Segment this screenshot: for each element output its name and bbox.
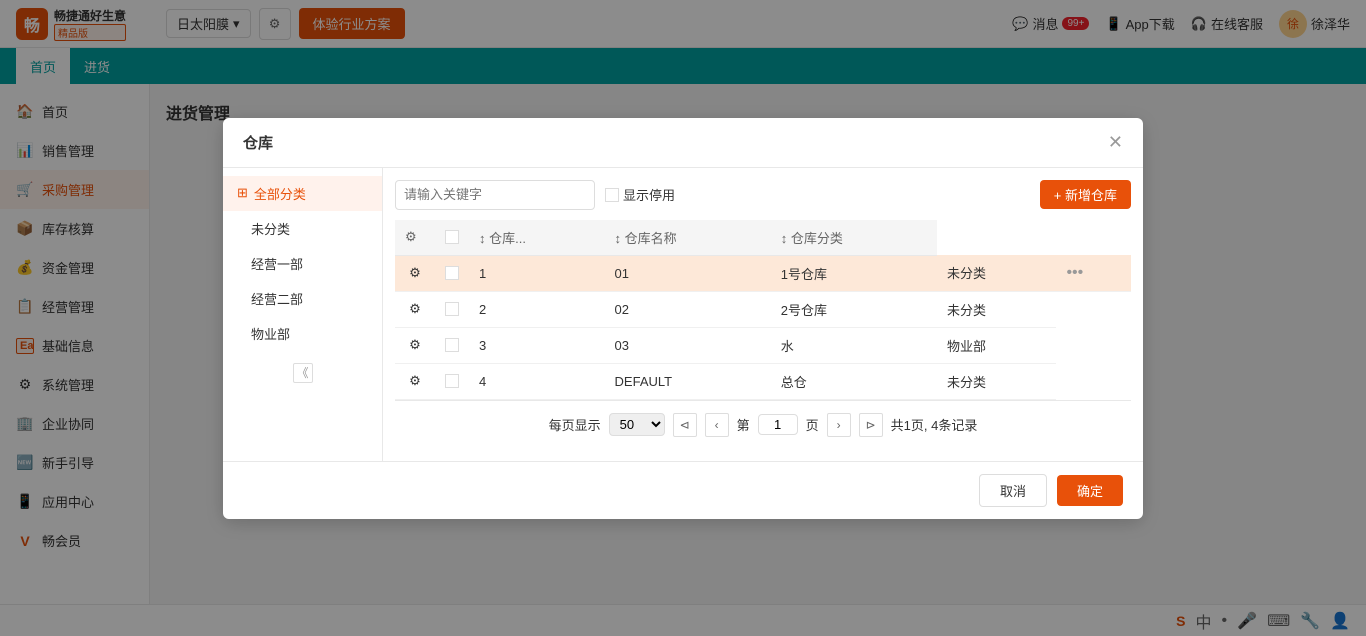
th-gear: ⚙ bbox=[395, 220, 435, 256]
table-toolbar: 🔍 显示停用 + 新增仓库 bbox=[395, 180, 1131, 210]
add-warehouse-button[interactable]: + 新增仓库 bbox=[1040, 180, 1131, 209]
category-item-property[interactable]: 物业部 bbox=[223, 316, 382, 351]
row-category-3: 未分类 bbox=[937, 363, 1056, 399]
table-wrapper: ⚙ ↕ 仓库... ↕ 仓库名称 bbox=[395, 220, 1131, 400]
next-page-button[interactable]: › bbox=[827, 413, 851, 437]
row-gear-0: ⚙ bbox=[395, 255, 435, 291]
category-sidebar: ⊞ 全部分类 未分类 经营一部 经营二部 物业部 《 bbox=[223, 168, 383, 461]
category-item-unclassified[interactable]: 未分类 bbox=[223, 211, 382, 246]
all-categories-item[interactable]: ⊞ 全部分类 bbox=[223, 176, 382, 211]
table-row[interactable]: ⚙ 1011号仓库未分类••• bbox=[395, 255, 1131, 291]
table-row[interactable]: ⚙ 303水物业部 bbox=[395, 327, 1131, 363]
show-disabled-option[interactable]: 显示停用 bbox=[605, 185, 675, 204]
row-gear-3: ⚙ bbox=[395, 363, 435, 399]
pagination: 每页显示 50 100 ⊲ ‹ 第 页 › ⊳ 共1页, 4条记录 bbox=[395, 400, 1131, 449]
row-code-3: DEFAULT bbox=[605, 363, 771, 399]
warehouse-table: ⚙ ↕ 仓库... ↕ 仓库名称 bbox=[395, 220, 1131, 400]
row-warehouse-name-0: 1号仓库 bbox=[771, 255, 937, 291]
row-code-2: 03 bbox=[605, 327, 771, 363]
per-page-select[interactable]: 50 100 bbox=[609, 413, 665, 436]
page-number-input[interactable] bbox=[758, 414, 798, 435]
table-row[interactable]: ⚙ 4DEFAULT总仓未分类 bbox=[395, 363, 1131, 399]
category-item-ops1[interactable]: 经营一部 bbox=[223, 246, 382, 281]
th-name: ↕ 仓库名称 bbox=[605, 220, 771, 256]
modal-footer: 取消 确定 bbox=[223, 461, 1143, 519]
modal-close-button[interactable]: ✕ bbox=[1108, 132, 1123, 153]
row-gear-icon-1: ⚙ bbox=[409, 301, 421, 316]
sort-icon3: ↕ bbox=[781, 231, 788, 246]
row-dots-0[interactable]: ••• bbox=[1056, 255, 1131, 291]
sort-icon2: ↕ bbox=[615, 231, 622, 246]
warehouse-modal: 仓库 ✕ ⊞ 全部分类 未分类 经营一部 经营二部 物业部 《 bbox=[223, 118, 1143, 519]
row-code-1: 02 bbox=[605, 291, 771, 327]
table-row[interactable]: ⚙ 2022号仓库未分类 bbox=[395, 291, 1131, 327]
row-gear-2: ⚙ bbox=[395, 327, 435, 363]
row-category-0: 未分类 bbox=[937, 255, 1056, 291]
row-gear-icon-0: ⚙ bbox=[409, 265, 421, 280]
row-checkbox-2[interactable] bbox=[445, 338, 459, 352]
row-code-0: 01 bbox=[605, 255, 771, 291]
collapse-button[interactable]: 《 bbox=[293, 363, 313, 383]
gear-icon: ⚙ bbox=[405, 229, 417, 244]
row-gear-1: ⚙ bbox=[395, 291, 435, 327]
row-warehouse-name-1: 2号仓库 bbox=[771, 291, 937, 327]
row-warehouse-name-2: 水 bbox=[771, 327, 937, 363]
select-all-checkbox[interactable] bbox=[445, 230, 459, 244]
row-check-cell-0 bbox=[435, 255, 469, 291]
search-box: 🔍 bbox=[395, 180, 595, 210]
row-check-cell-3 bbox=[435, 363, 469, 399]
table-area: 🔍 显示停用 + 新增仓库 ⚙ bbox=[383, 168, 1143, 461]
row-warehouse-name-3: 总仓 bbox=[771, 363, 937, 399]
row-checkbox-0[interactable] bbox=[445, 266, 459, 280]
sort-icon: ↕ bbox=[479, 231, 486, 246]
modal-title: 仓库 bbox=[243, 132, 273, 153]
th-check bbox=[435, 220, 469, 256]
grid-icon: ⊞ bbox=[237, 185, 248, 201]
modal-body: ⊞ 全部分类 未分类 经营一部 经营二部 物业部 《 🔍 bbox=[223, 168, 1143, 461]
row-num-0: 1 bbox=[469, 255, 605, 291]
table-header-row: ⚙ ↕ 仓库... ↕ 仓库名称 bbox=[395, 220, 1131, 256]
row-check-cell-2 bbox=[435, 327, 469, 363]
search-icon[interactable]: 🔍 bbox=[588, 187, 595, 203]
prev-page-button[interactable]: ‹ bbox=[705, 413, 729, 437]
th-code: ↕ 仓库... bbox=[469, 220, 605, 256]
modal-header: 仓库 ✕ bbox=[223, 118, 1143, 168]
row-category-2: 物业部 bbox=[937, 327, 1056, 363]
row-checkbox-1[interactable] bbox=[445, 302, 459, 316]
row-check-cell-1 bbox=[435, 291, 469, 327]
th-category: ↕ 仓库分类 bbox=[771, 220, 937, 256]
row-category-1: 未分类 bbox=[937, 291, 1056, 327]
confirm-button[interactable]: 确定 bbox=[1057, 475, 1123, 506]
row-num-3: 4 bbox=[469, 363, 605, 399]
row-checkbox-3[interactable] bbox=[445, 374, 459, 388]
row-gear-icon-2: ⚙ bbox=[409, 337, 421, 352]
show-disabled-checkbox[interactable] bbox=[605, 188, 619, 202]
first-page-button[interactable]: ⊲ bbox=[673, 413, 697, 437]
row-num-1: 2 bbox=[469, 291, 605, 327]
row-num-2: 3 bbox=[469, 327, 605, 363]
row-gear-icon-3: ⚙ bbox=[409, 373, 421, 388]
cancel-button[interactable]: 取消 bbox=[979, 474, 1047, 507]
category-item-ops2[interactable]: 经营二部 bbox=[223, 281, 382, 316]
modal-overlay: 仓库 ✕ ⊞ 全部分类 未分类 经营一部 经营二部 物业部 《 bbox=[0, 0, 1366, 636]
search-input[interactable] bbox=[396, 187, 588, 202]
last-page-button[interactable]: ⊳ bbox=[859, 413, 883, 437]
